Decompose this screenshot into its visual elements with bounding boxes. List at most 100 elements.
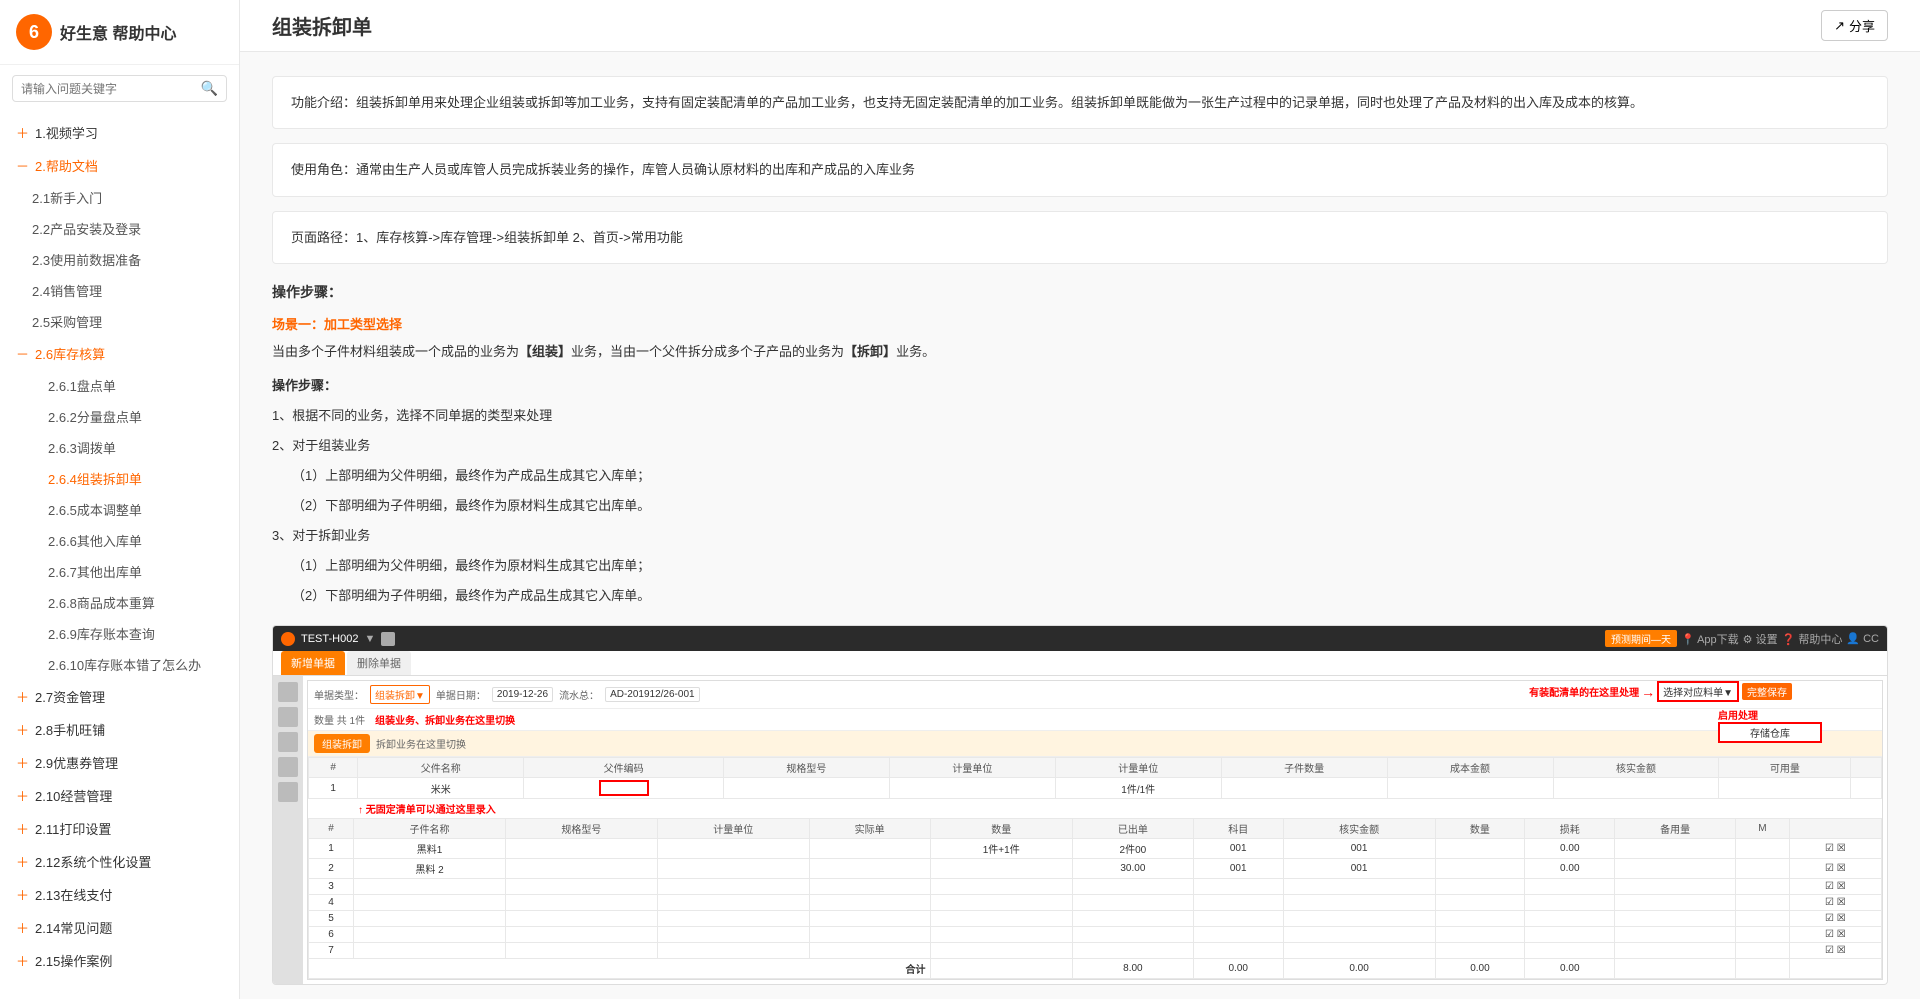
sidebar-item-26[interactable]: － 2.6库存核算	[0, 337, 239, 370]
sidebar-item-211[interactable]: ＋ 2.11打印设置	[0, 812, 239, 845]
sidebar-item-label-docs: 2.帮助文档	[35, 156, 98, 175]
sidebar-item-label-213: 2.13在线支付	[35, 885, 112, 904]
inner-icon-5	[278, 782, 298, 802]
std-loss2: 0.00	[1525, 859, 1615, 879]
annotation-switch: 组装业务、拆卸业务在这里切换	[375, 712, 515, 727]
sidebar-item-215[interactable]: ＋ 2.15操作案例	[0, 944, 239, 977]
search-box[interactable]: 🔍	[12, 75, 227, 102]
intro-box: 功能介绍：组装拆卸单用来处理企业组装或拆卸等加工业务，支持有固定装配清单的产品加…	[272, 76, 1888, 129]
inner-tab-active: 新增单据	[281, 651, 345, 675]
th-available: 可用量	[1719, 758, 1851, 778]
sidebar-item-261[interactable]: 2.6.1盘点单	[0, 370, 239, 401]
sidebar-item-2610[interactable]: 2.6.10库存账本错了怎么办	[0, 649, 239, 680]
td-parent-code	[524, 778, 724, 799]
sidebar-item-21[interactable]: 2.1新手入门	[0, 182, 239, 213]
td-available	[1719, 778, 1851, 799]
inner-tab-area: 新增单据 删除单据	[273, 651, 1887, 676]
sidebar-item-213[interactable]: ＋ 2.13在线支付	[0, 878, 239, 911]
footer-total-val1	[930, 959, 1072, 979]
std-qty1: 1件+1件	[930, 839, 1072, 859]
step3-1: （1）上部明细为父件明细，最终作为原材料生成其它出库单；	[292, 553, 1888, 579]
sub-table-row: 6☑ ☒	[309, 927, 1882, 943]
sidebar-item-264[interactable]: 2.6.4组装拆卸单	[0, 463, 239, 494]
sidebar-item-label-211: 2.11打印设置	[35, 819, 111, 838]
path-text: 页面路径：1、库存核算->库存管理->组装拆卸单 2、首页->常用功能	[291, 230, 683, 245]
std-actual1	[809, 839, 930, 859]
sidebar-item-29[interactable]: ＋ 2.9优惠券管理	[0, 746, 239, 779]
td-verify	[1553, 778, 1719, 799]
sidebar-item-25[interactable]: 2.5采购管理	[0, 306, 239, 337]
sidebar-item-266[interactable]: 2.6.6其他入库单	[0, 525, 239, 556]
td-unit	[889, 778, 1055, 799]
std-verify1: 001	[1283, 839, 1435, 859]
sub-table-row: 7☑ ☒	[309, 943, 1882, 959]
std-qty2	[930, 859, 1072, 879]
sidebar-item-263[interactable]: 2.6.3调拨单	[0, 432, 239, 463]
sidebar-item-27[interactable]: ＋ 2.7资金管理	[0, 680, 239, 713]
expand-icon-video: ＋	[16, 123, 29, 142]
footer-total-ops	[1789, 959, 1881, 979]
sidebar-item-label-28: 2.8手机旺铺	[35, 720, 105, 739]
annotation-nofixed: ↑ 无固定清单可以通过这里录入	[358, 805, 496, 816]
step3-2: （2）下部明细为子件明细，最终作为产成品生成其它入库单。	[292, 583, 1888, 609]
sidebar: 6 好生意 帮助中心 🔍 ＋ 1.视频学习 － 2.帮助文档 2.1新手入门 2…	[0, 0, 240, 999]
sidebar-item-210[interactable]: ＋ 2.10经营管理	[0, 779, 239, 812]
sidebar-item-214[interactable]: ＋ 2.14常见问题	[0, 911, 239, 944]
th-verify: 核实金额	[1553, 758, 1719, 778]
std-unit1	[657, 839, 809, 859]
footer-total-val5: 0.00	[1435, 959, 1525, 979]
sidebar-item-269[interactable]: 2.6.9库存账本查询	[0, 618, 239, 649]
std-subj1: 001	[1193, 839, 1283, 859]
sidebar-item-28[interactable]: ＋ 2.8手机旺铺	[0, 713, 239, 746]
inner-process-desc: 拆卸业务在这里切换	[376, 736, 466, 751]
sth-loss: 损耗	[1525, 819, 1615, 839]
inner-field-doctype: 组装拆卸▼	[370, 685, 430, 704]
footer-total-val6: 0.00	[1525, 959, 1615, 979]
sidebar-item-267[interactable]: 2.6.7其他出库单	[0, 556, 239, 587]
sth-verify1: 核实金额	[1283, 819, 1435, 839]
sidebar-item-268[interactable]: 2.6.8商品成本重算	[0, 587, 239, 618]
search-input[interactable]	[21, 82, 201, 96]
sidebar-item-24[interactable]: 2.4销售管理	[0, 275, 239, 306]
scene1-desc: 当由多个子件材料组装成一个成品的业务为【组装】业务，当由一个父件拆分成多个子产品…	[272, 339, 1888, 365]
sidebar-item-docs[interactable]: － 2.帮助文档	[0, 149, 239, 182]
inner-icon-2	[278, 707, 298, 727]
sth-unit: 计量单位	[657, 819, 809, 839]
std-name2: 黑料 2	[354, 859, 506, 879]
sub-table-row: 2 黑料 2 30.00 001 001	[309, 859, 1882, 879]
sth-m: M	[1736, 819, 1790, 839]
sidebar-item-23[interactable]: 2.3使用前数据准备	[0, 244, 239, 275]
sub-table-row: 5☑ ☒	[309, 911, 1882, 927]
sidebar-item-265[interactable]: 2.6.5成本调整单	[0, 494, 239, 525]
expand-icon-214: ＋	[16, 918, 29, 937]
std-issued1: 2件00	[1072, 839, 1193, 859]
sidebar-item-262[interactable]: 2.6.2分量盘点单	[0, 401, 239, 432]
th-parent-code: 父件编码	[524, 758, 724, 778]
td-parent-name: 米米	[358, 778, 524, 799]
inner-main-panel: 单据类型： 组装拆卸▼ 单据日期： 2019-12-26 流水总： AD-201…	[307, 680, 1883, 980]
annotation-nofixed-container: ↑ 无固定清单可以通过这里录入	[308, 799, 1882, 818]
inner-label-date: 单据日期：	[436, 687, 486, 702]
sth-actual: 实际单	[809, 819, 930, 839]
share-label: 分享	[1849, 16, 1875, 35]
sidebar-item-video[interactable]: ＋ 1.视频学习	[0, 116, 239, 149]
sidebar-item-label-video: 1.视频学习	[35, 123, 98, 142]
ops-title: 操作步骤：	[272, 282, 1888, 302]
sidebar-item-22[interactable]: 2.2产品安装及登录	[0, 213, 239, 244]
th-unit: 计量单位	[889, 758, 1055, 778]
std-code1	[505, 839, 657, 859]
screenshot-container: TEST-H002 ▼ 预测期间—天 📍 App下载 ⚙ 设置 ❓ 帮助中心 👤…	[272, 625, 1888, 985]
sth-action	[1789, 819, 1881, 839]
inner-label-doctype: 单据类型：	[314, 687, 364, 702]
inner-app-id: TEST-H002	[301, 633, 358, 645]
mock-screenshot: TEST-H002 ▼ 预测期间—天 📍 App下载 ⚙ 设置 ❓ 帮助中心 👤…	[273, 626, 1887, 984]
arrow-bom: →	[1641, 684, 1655, 700]
annotation-enable: 启用处理 存储仓库	[1718, 707, 1822, 743]
table-row: 1 米米 1件/1件	[309, 778, 1882, 799]
expand-icon-27: ＋	[16, 687, 29, 706]
sidebar-item-212[interactable]: ＋ 2.12系统个性化设置	[0, 845, 239, 878]
sidebar-item-label-27: 2.7资金管理	[35, 687, 105, 706]
sth-qty: 数量	[930, 819, 1072, 839]
share-button[interactable]: ↗ 分享	[1821, 10, 1888, 41]
th-cost: 成本金额	[1387, 758, 1553, 778]
